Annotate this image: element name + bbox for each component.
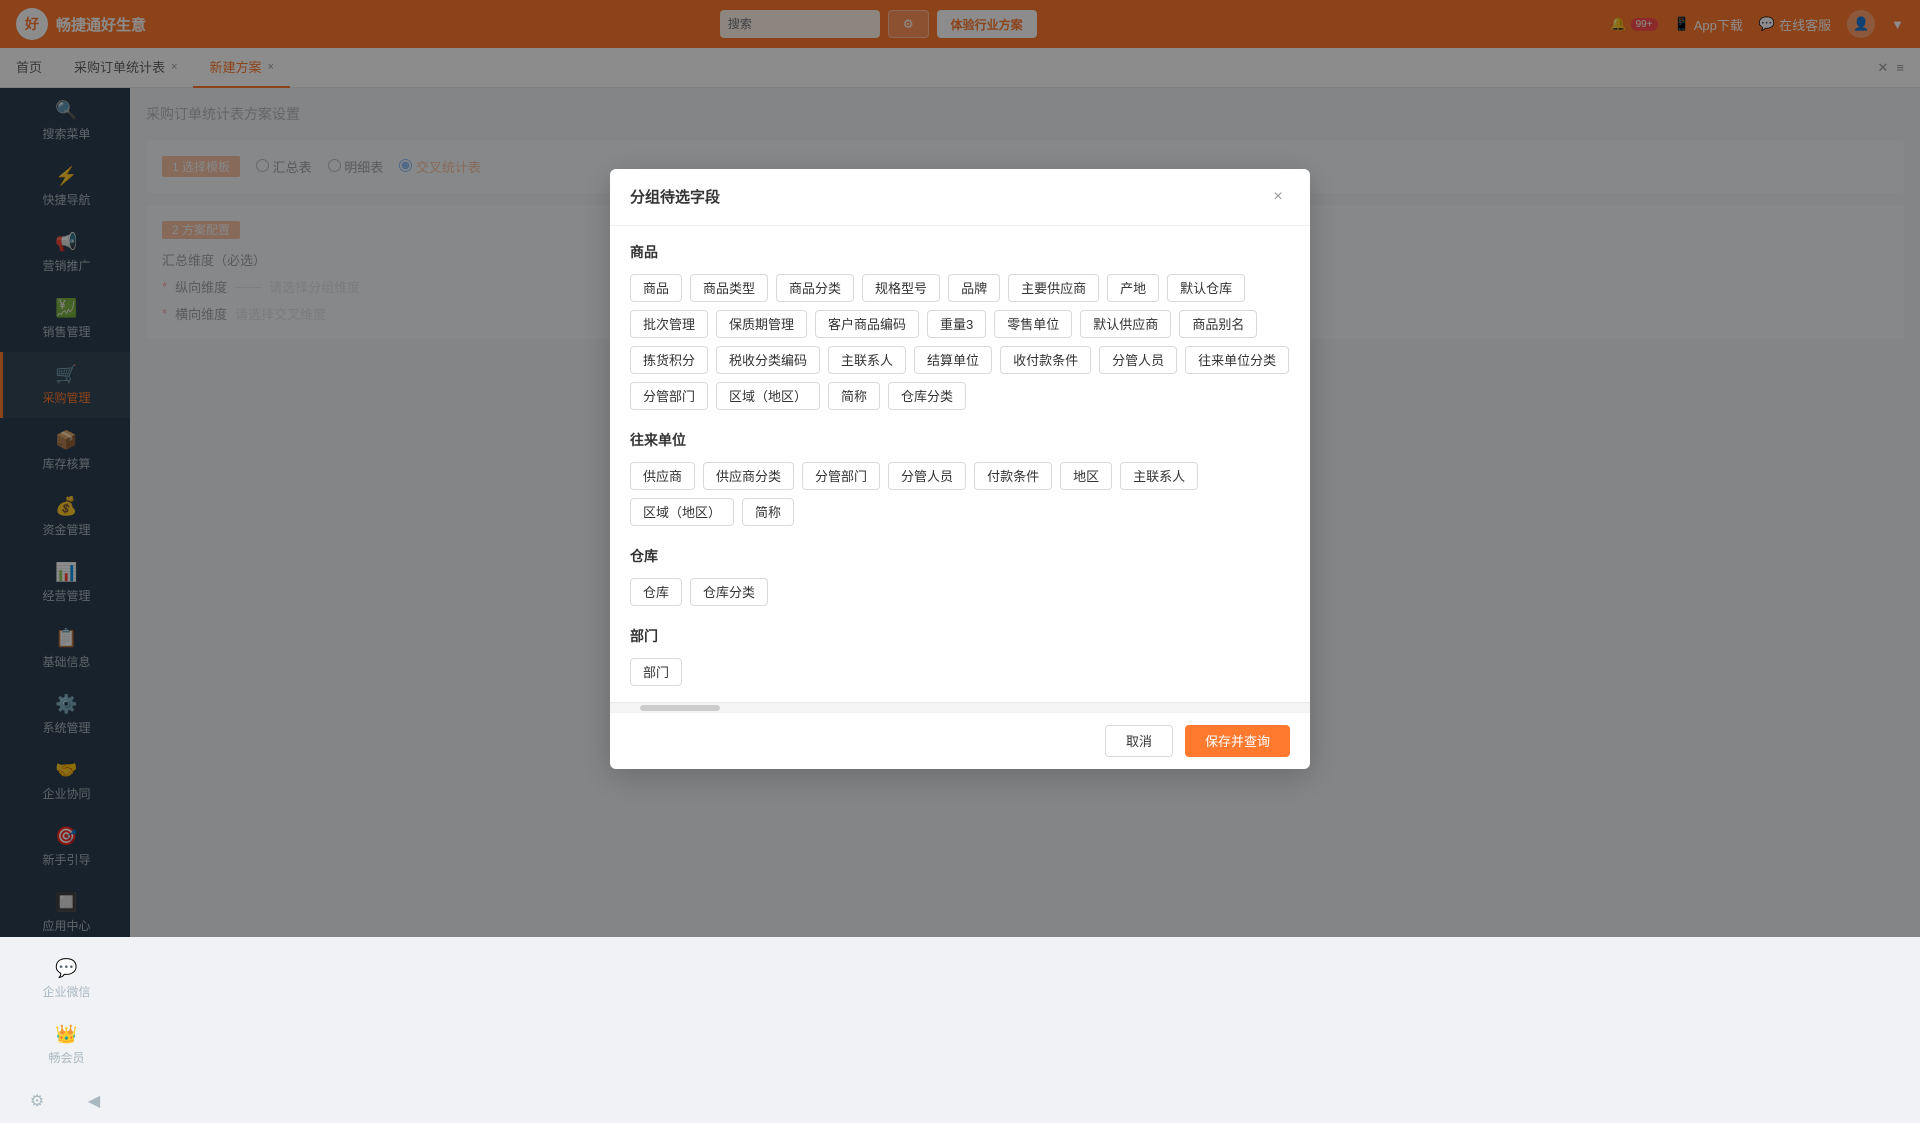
modal-header: 分组待选字段 ×	[610, 169, 1310, 226]
modal-dialog: 分组待选字段 × 商品 商品 商品类型 商品分类 规格型号 品牌	[610, 169, 1310, 769]
field-tag-region-area[interactable]: 区域（地区）	[716, 382, 820, 410]
field-tag-expiry-mgmt[interactable]: 保质期管理	[716, 310, 807, 338]
sidebar-settings-btn[interactable]: ⚙	[30, 1091, 44, 1111]
field-tag-dept-mgmt2[interactable]: 分管部门	[802, 462, 880, 490]
sidebar-item-member[interactable]: 👑 畅会员	[0, 1012, 130, 1078]
field-tag-supplier[interactable]: 供应商	[630, 462, 695, 490]
wechat-icon: 💬	[55, 958, 77, 979]
scrollbar-thumb	[640, 705, 720, 711]
field-tag-short-name2[interactable]: 简称	[742, 498, 794, 526]
sidebar-item-wechat-label: 企业微信	[42, 983, 90, 1000]
sidebar-bottom: ⚙ ◀	[0, 1078, 130, 1123]
section-product-tags: 商品 商品类型 商品分类 规格型号 品牌 主要供应商 产地 默认仓库 批次管理 …	[630, 274, 1290, 410]
sidebar-item-member-label: 畅会员	[48, 1049, 84, 1066]
section-product: 商品 商品 商品类型 商品分类 规格型号 品牌 主要供应商 产地 默认仓库 批次…	[630, 242, 1290, 410]
field-tag-batch-mgmt[interactable]: 批次管理	[630, 310, 708, 338]
modal-overlay: 分组待选字段 × 商品 商品 商品类型 商品分类 规格型号 品牌	[130, 88, 1920, 937]
modal-close-btn[interactable]: ×	[1266, 185, 1290, 209]
field-tag-supervisor2[interactable]: 分管人员	[888, 462, 966, 490]
modal-footer: 取消 保存并查询	[610, 712, 1310, 769]
field-tag-region[interactable]: 地区	[1060, 462, 1112, 490]
content-area: 采购订单统计表方案设置 1 选择模板 汇总表 明细表 交叉统计表 2 方案配置 …	[130, 88, 1920, 937]
section-counterpart-title: 往来单位	[630, 430, 1290, 450]
field-tag-payment-condition[interactable]: 付款条件	[974, 462, 1052, 490]
field-tag-warehouse-category[interactable]: 仓库分类	[888, 382, 966, 410]
field-tag-supervisor[interactable]: 分管人员	[1099, 346, 1177, 374]
field-tag-supplier-category[interactable]: 供应商分类	[703, 462, 794, 490]
field-tag-warehouse[interactable]: 仓库	[630, 578, 682, 606]
sidebar-item-wechat[interactable]: 💬 企业微信	[0, 946, 130, 1012]
field-tag-brand[interactable]: 品牌	[948, 274, 1000, 302]
section-warehouse-tags: 仓库 仓库分类	[630, 578, 1290, 606]
field-tag-short-name[interactable]: 简称	[828, 382, 880, 410]
section-warehouse-title: 仓库	[630, 546, 1290, 566]
modal-title: 分组待选字段	[630, 186, 720, 207]
section-product-title: 商品	[630, 242, 1290, 262]
field-tag-warehouse-cat[interactable]: 仓库分类	[690, 578, 768, 606]
field-tag-product-category[interactable]: 商品分类	[776, 274, 854, 302]
field-tag-main-contact2[interactable]: 主联系人	[1120, 462, 1198, 490]
section-dept-tags: 部门	[630, 658, 1290, 686]
field-tag-pick-score[interactable]: 拣货积分	[630, 346, 708, 374]
field-tag-counterpart-category[interactable]: 往来单位分类	[1185, 346, 1289, 374]
field-tag-main-contact[interactable]: 主联系人	[828, 346, 906, 374]
section-counterpart-tags: 供应商 供应商分类 分管部门 分管人员 付款条件 地区 主联系人 区域（地区） …	[630, 462, 1290, 526]
field-tag-product[interactable]: 商品	[630, 274, 682, 302]
field-tag-settlement-unit[interactable]: 结算单位	[914, 346, 992, 374]
member-icon: 👑	[55, 1024, 77, 1045]
field-tag-dept-mgmt[interactable]: 分管部门	[630, 382, 708, 410]
confirm-button[interactable]: 保存并查询	[1185, 725, 1290, 757]
field-tag-customer-code[interactable]: 客户商品编码	[815, 310, 919, 338]
section-dept: 部门 部门	[630, 626, 1290, 686]
field-tag-default-supplier[interactable]: 默认供应商	[1080, 310, 1171, 338]
main-layout: 🔍 搜索菜单 ⚡ 快捷导航 📢 营销推广 💹 销售管理 🛒 采购管理 📦 库存核…	[0, 88, 1920, 937]
field-tag-tax-code[interactable]: 税收分类编码	[716, 346, 820, 374]
field-tag-origin[interactable]: 产地	[1107, 274, 1159, 302]
section-dept-title: 部门	[630, 626, 1290, 646]
field-tag-retail-unit[interactable]: 零售单位	[994, 310, 1072, 338]
field-tag-default-warehouse[interactable]: 默认仓库	[1167, 274, 1245, 302]
field-tag-dept[interactable]: 部门	[630, 658, 682, 686]
field-tag-main-supplier[interactable]: 主要供应商	[1008, 274, 1099, 302]
field-tag-product-alias[interactable]: 商品别名	[1179, 310, 1257, 338]
field-tag-weight3[interactable]: 重量3	[927, 310, 986, 338]
field-tag-spec-model[interactable]: 规格型号	[862, 274, 940, 302]
sidebar-collapse-btn[interactable]: ◀	[88, 1091, 100, 1111]
section-warehouse: 仓库 仓库 仓库分类	[630, 546, 1290, 606]
modal-horizontal-scrollbar[interactable]	[610, 702, 1310, 712]
field-tag-product-type[interactable]: 商品类型	[690, 274, 768, 302]
modal-body[interactable]: 商品 商品 商品类型 商品分类 规格型号 品牌 主要供应商 产地 默认仓库 批次…	[610, 226, 1310, 702]
cancel-button[interactable]: 取消	[1105, 725, 1173, 757]
field-tag-payment-terms[interactable]: 收付款条件	[1000, 346, 1091, 374]
field-tag-region-area2[interactable]: 区域（地区）	[630, 498, 734, 526]
section-counterpart: 往来单位 供应商 供应商分类 分管部门 分管人员 付款条件 地区 主联系人 区域…	[630, 430, 1290, 526]
